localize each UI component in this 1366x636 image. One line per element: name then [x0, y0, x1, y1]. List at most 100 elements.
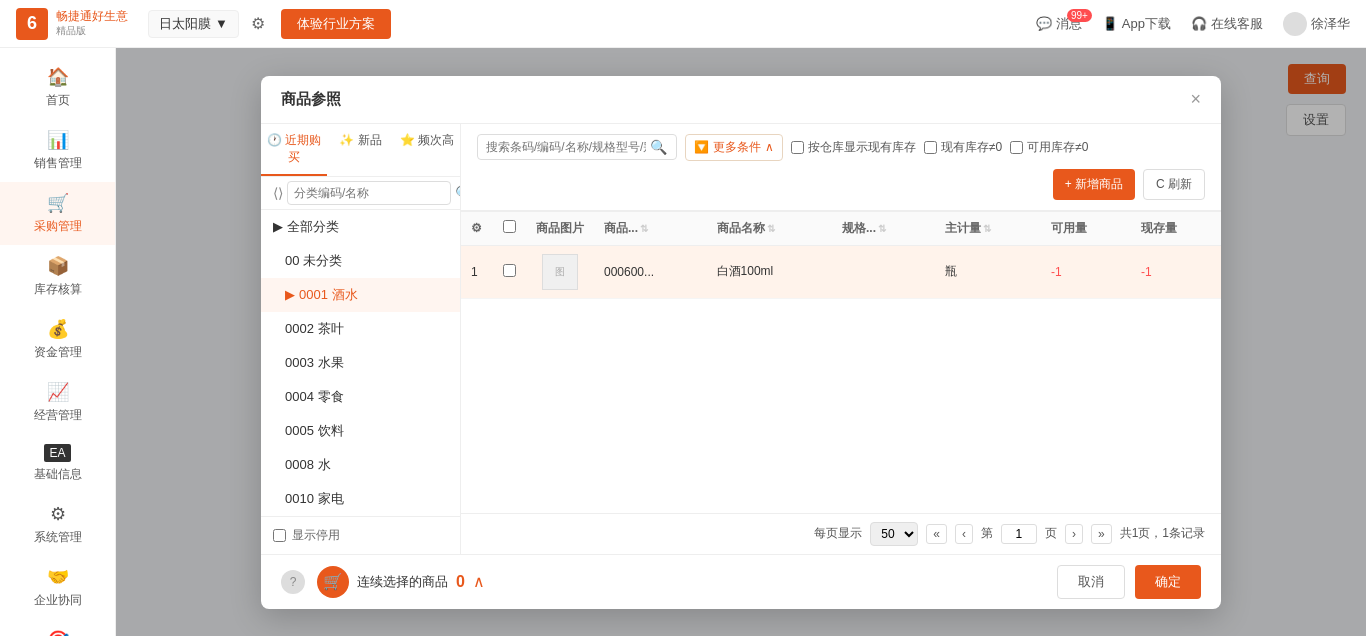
first-page-button[interactable]: « [926, 524, 947, 544]
warehouse-checkbox[interactable] [791, 141, 804, 154]
sidebar-item-system[interactable]: ⚙ 系统管理 [0, 493, 115, 556]
row-index: 1 [461, 245, 493, 298]
sidebar-item-operation[interactable]: 📈 经营管理 [0, 371, 115, 434]
add-product-button[interactable]: + 新增商品 [1053, 169, 1135, 200]
cat-item-snack[interactable]: 0004 零食 [261, 380, 460, 414]
cat-item-liquor[interactable]: ▶ 0001 酒水 [261, 278, 460, 312]
th-code[interactable]: 商品...⇅ [594, 211, 707, 245]
th-unit[interactable]: 主计量⇅ [935, 211, 1041, 245]
row-checkbox[interactable] [503, 264, 516, 277]
warehouse-checkbox-label[interactable]: 按仓库显示现有库存 [791, 139, 916, 156]
nav-icons: 💬 消息 99+ 📱 App下载 🎧 在线客服 徐泽华 [1036, 12, 1350, 36]
more-conditions-button[interactable]: 🔽 更多条件 ∧ [685, 134, 783, 161]
sidebar: 🏠 首页 📊 销售管理 🛒 采购管理 📦 库存核算 💰 资金管理 📈 经营管理 … [0, 48, 116, 636]
message-nav-item[interactable]: 💬 消息 99+ [1036, 15, 1082, 33]
modal-close-button[interactable]: × [1190, 90, 1201, 108]
app-download-label: App下载 [1122, 15, 1171, 33]
online-service-nav-item[interactable]: 🎧 在线客服 [1191, 15, 1263, 33]
tab-label: 近期购买 [285, 133, 321, 164]
table-header-row: ⚙ 商品图片 商品...⇅ 商品名称⇅ 规格...⇅ 主计量⇅ 可用量 现存量 [461, 211, 1221, 245]
stock-nonzero-checkbox[interactable] [924, 141, 937, 154]
cat-item-beverage[interactable]: 0005 饮料 [261, 414, 460, 448]
cart-area: 🛒 连续选择的商品 0 ∧ [317, 566, 485, 598]
sidebar-item-home[interactable]: 🏠 首页 [0, 56, 115, 119]
cat-arrow-icon: ▶ [273, 219, 283, 234]
cat-item-appliance[interactable]: 0010 家电 [261, 482, 460, 516]
category-search-input[interactable] [287, 181, 451, 205]
per-page-select[interactable]: 50 [870, 522, 918, 546]
th-spec[interactable]: 规格...⇅ [832, 211, 935, 245]
sidebar-item-inventory[interactable]: 📦 库存核算 [0, 245, 115, 308]
sidebar-item-purchase[interactable]: 🛒 采购管理 [0, 182, 115, 245]
cart-collapse-button[interactable]: ∧ [473, 572, 485, 591]
tab-new-products[interactable]: ✨ 新品 [327, 124, 393, 176]
row-image-cell: 图 [526, 245, 594, 298]
row-code: 000600... [594, 245, 707, 298]
recent-icon: 🕐 [267, 133, 282, 147]
app-download-nav-item[interactable]: 📱 App下载 [1102, 15, 1171, 33]
cat-item-all[interactable]: ▶ 全部分类 [261, 210, 460, 244]
avatar [1283, 12, 1307, 36]
show-disabled-area: 显示停用 [261, 516, 460, 554]
search-button[interactable]: 🔍 [650, 139, 667, 155]
sidebar-item-label: 资金管理 [34, 344, 82, 361]
next-page-button[interactable]: › [1065, 524, 1083, 544]
cat-item-label: 0010 家电 [285, 490, 344, 508]
show-disabled-checkbox[interactable] [273, 529, 286, 542]
modal-overlay: 商品参照 × 🕐 近期购买 ✨ 新 [116, 48, 1366, 636]
collapse-button[interactable]: ⟨⟩ [269, 181, 287, 205]
confirm-button[interactable]: 确定 [1135, 565, 1201, 599]
th-image: 商品图片 [526, 211, 594, 245]
category-search-bar: ⟨⟩ 🔍 [261, 177, 460, 210]
available-nonzero-label[interactable]: 可用库存≠0 [1010, 139, 1088, 156]
operation-icon: 📈 [47, 381, 69, 403]
prev-page-button[interactable]: ‹ [955, 524, 973, 544]
available-nonzero-checkbox[interactable] [1010, 141, 1023, 154]
sidebar-item-guide[interactable]: 🎯 新手引导 [0, 619, 115, 636]
table-row[interactable]: 1 图 000600... 白酒100ml [461, 245, 1221, 298]
cart-count: 0 [456, 573, 465, 591]
cat-item-label: 全部分类 [287, 218, 339, 236]
sidebar-item-sales[interactable]: 📊 销售管理 [0, 119, 115, 182]
cat-item-label: 0005 饮料 [285, 422, 344, 440]
search-input[interactable] [486, 140, 646, 154]
last-page-button[interactable]: » [1091, 524, 1112, 544]
message-icon: 💬 [1036, 16, 1052, 31]
select-all-checkbox[interactable] [503, 220, 516, 233]
stock-nonzero-label-text: 现有库存≠0 [941, 139, 1002, 156]
logo-icon: 6 [16, 8, 48, 40]
tab-recent-purchase[interactable]: 🕐 近期购买 [261, 124, 327, 176]
tab-frequent[interactable]: ⭐ 频次高 [394, 124, 460, 176]
sidebar-item-basic-info[interactable]: EA 基础信息 [0, 434, 115, 493]
sidebar-item-label: 基础信息 [34, 466, 82, 483]
cat-item-uncategorized[interactable]: 00 未分类 [261, 244, 460, 278]
cat-item-fruit[interactable]: 0003 水果 [261, 346, 460, 380]
user-nav-item[interactable]: 徐泽华 [1283, 12, 1350, 36]
row-name: 白酒100ml [707, 245, 832, 298]
cancel-button[interactable]: 取消 [1057, 565, 1125, 599]
try-industry-button[interactable]: 体验行业方案 [281, 9, 391, 39]
help-icon[interactable]: ? [281, 570, 305, 594]
cat-item-label: 0003 水果 [285, 354, 344, 372]
cat-item-tea[interactable]: 0002 茶叶 [261, 312, 460, 346]
product-image-placeholder: 图 [542, 254, 578, 290]
row-checkbox-cell [493, 245, 526, 298]
product-reference-modal: 商品参照 × 🕐 近期购买 ✨ 新 [261, 76, 1221, 609]
sidebar-item-finance[interactable]: 💰 资金管理 [0, 308, 115, 371]
page-input[interactable] [1001, 524, 1037, 544]
warehouse-checkbox-label-text: 按仓库显示现有库存 [808, 139, 916, 156]
settings-icon[interactable]: ⚙ [251, 14, 265, 33]
stock-nonzero-label[interactable]: 现有库存≠0 [924, 139, 1002, 156]
tab-label: 新品 [358, 133, 382, 147]
sidebar-item-enterprise[interactable]: 🤝 企业协同 [0, 556, 115, 619]
mobile-icon: 📱 [1102, 16, 1118, 31]
available-nonzero-label-text: 可用库存≠0 [1027, 139, 1088, 156]
refresh-button[interactable]: C 刷新 [1143, 169, 1205, 200]
th-name[interactable]: 商品名称⇅ [707, 211, 832, 245]
category-list: ▶ 全部分类 00 未分类 ▶ 0001 酒水 0002 茶 [261, 210, 460, 516]
category-tabs: 🕐 近期购买 ✨ 新品 ⭐ 频次高 [261, 124, 460, 177]
content-area: 查询 设置 商品参照 × 🕐 近期购买 [116, 48, 1366, 636]
cat-item-water[interactable]: 0008 水 [261, 448, 460, 482]
main-layout: 🏠 首页 📊 销售管理 🛒 采购管理 📦 库存核算 💰 资金管理 📈 经营管理 … [0, 48, 1366, 636]
store-selector[interactable]: 日太阳膜 ▼ [148, 10, 239, 38]
